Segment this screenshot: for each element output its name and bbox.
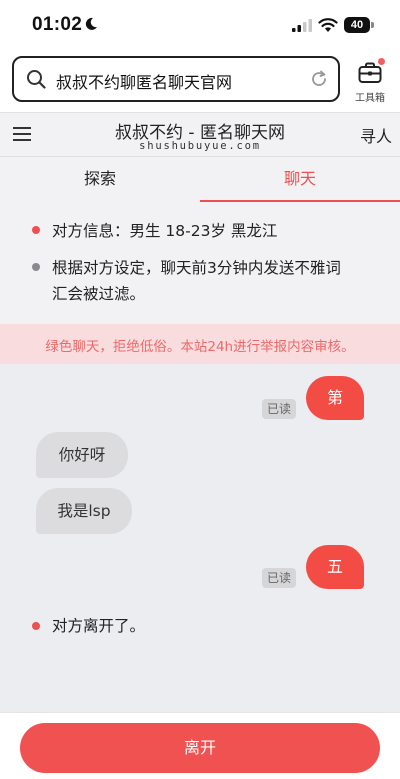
battery-icon: 40 [344, 17, 374, 33]
footer: 离开 [0, 712, 400, 779]
filter-notice-line1: 根据对方设定，聊天前3分钟内发送不雅词 [52, 259, 341, 277]
toolbox-label: 工具箱 [355, 93, 385, 104]
status-bar: 01:02 40 [0, 0, 400, 52]
site-header: 叔叔不约 - 匿名聊天网 shushubuyue.com 寻人 [0, 112, 400, 156]
reload-icon[interactable] [310, 70, 328, 88]
message-bubble-theirs[interactable]: 我是lsp [36, 488, 132, 534]
tab-chat[interactable]: 聊天 [200, 157, 400, 203]
moon-icon [85, 17, 97, 30]
tab-bar: 探索 聊天 [0, 156, 400, 203]
message-bubble-mine[interactable]: 五 [306, 545, 364, 589]
info-bullet-red [32, 226, 40, 234]
toolbox-icon [358, 62, 382, 83]
notice-bar: 绿色聊天，拒绝低俗。本站24h进行举报内容审核。 [0, 324, 400, 364]
browser-bar: 叔叔不约聊匿名聊天官网 工具箱 [0, 52, 400, 112]
partner-info: 对方信息：男生 18-23岁 黑龙江 根据对方设定，聊天前3分钟内发送不雅词 汇… [0, 202, 400, 324]
message-bubble-mine[interactable]: 第 [306, 376, 364, 420]
battery-tip [371, 22, 374, 28]
filter-notice-line2: 汇会被过滤。 [52, 285, 146, 303]
chat-area: 已读 第 你好呀 我是lsp 已读 五 对方离开了。 [0, 364, 400, 712]
info-bullet-gray [32, 263, 40, 271]
address-bar[interactable]: 叔叔不约聊匿名聊天官网 [12, 56, 340, 102]
menu-icon[interactable] [13, 127, 31, 141]
leave-button[interactable]: 离开 [20, 723, 380, 773]
status-time: 01:02 [32, 14, 83, 35]
signal-icon [292, 19, 312, 32]
address-text[interactable]: 叔叔不约聊匿名聊天官网 [56, 69, 232, 93]
system-message: 对方离开了。 [52, 617, 146, 635]
find-person-link[interactable]: 寻人 [360, 123, 392, 147]
toolbox-button[interactable]: 工具箱 [348, 58, 392, 106]
read-status: 已读 [262, 399, 296, 419]
search-icon [27, 70, 46, 89]
notification-dot [378, 58, 385, 65]
notice-text: 绿色聊天，拒绝低俗。本站24h进行举报内容审核。 [45, 339, 355, 355]
read-status: 已读 [262, 568, 296, 588]
system-bullet [32, 622, 40, 630]
wifi-icon [318, 18, 338, 32]
site-domain: shushubuyue.com [139, 140, 261, 152]
message-bubble-theirs[interactable]: 你好呀 [36, 432, 128, 478]
partner-info-text: 对方信息：男生 18-23岁 黑龙江 [52, 222, 278, 240]
battery-level: 40 [350, 19, 364, 31]
tab-explore[interactable]: 探索 [0, 157, 200, 203]
